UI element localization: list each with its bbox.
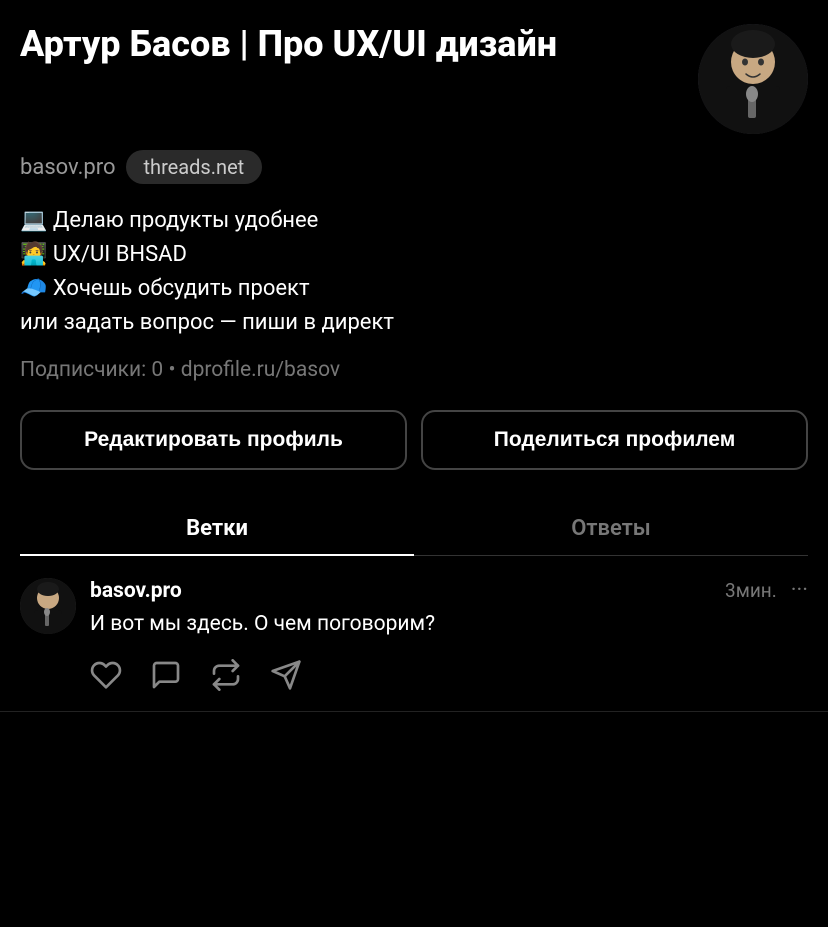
like-button[interactable]	[90, 659, 122, 691]
bio-line-4: или задать вопрос — пиши в директ	[20, 306, 808, 340]
posts-section: basov.pro 3мин. ··· И вот мы здесь. О че…	[0, 556, 828, 712]
bio-section: 💻 Делаю продукты удобнее 🧑‍💻 UX/UI BHSAD…	[20, 204, 808, 340]
followers-text: Подписчики: 0 • dprofile.ru/basov	[20, 358, 340, 382]
links-row: basov.pro threads.net	[20, 150, 808, 184]
post-text: И вот мы здесь. О чем поговорим?	[90, 609, 808, 641]
tab-branches[interactable]: Ветки	[20, 498, 414, 555]
profile-section: Артур Басов | Про UX/UI дизайн	[0, 0, 828, 556]
bio-line-2: 🧑‍💻 UX/UI BHSAD	[20, 238, 808, 272]
comment-button[interactable]	[150, 659, 182, 691]
share-button[interactable]	[270, 659, 302, 691]
post-header: basov.pro 3мин. ···	[90, 578, 808, 603]
post-time: 3мин.	[725, 579, 777, 602]
post-content: basov.pro 3мин. ··· И вот мы здесь. О че…	[90, 578, 808, 711]
post-actions	[90, 659, 808, 711]
comment-icon	[150, 659, 182, 691]
avatar	[698, 24, 808, 134]
profile-handle[interactable]: basov.pro	[20, 155, 116, 180]
bio-line-1: 💻 Делаю продукты удобнее	[20, 204, 808, 238]
edit-profile-button[interactable]: Редактировать профиль	[20, 410, 407, 470]
post-avatar	[20, 578, 76, 634]
buttons-row: Редактировать профиль Поделиться профиле…	[20, 410, 808, 470]
heart-icon	[90, 659, 122, 691]
post-card: basov.pro 3мин. ··· И вот мы здесь. О че…	[0, 556, 828, 712]
tabs-row: Ветки Ответы	[20, 498, 808, 556]
profile-header: Артур Басов | Про UX/UI дизайн	[20, 24, 808, 134]
repost-button[interactable]	[210, 659, 242, 691]
repost-icon	[210, 659, 242, 691]
external-link-badge[interactable]: threads.net	[126, 150, 263, 184]
bio-line-3: 🧢 Хочешь обсудить проект	[20, 272, 808, 306]
post-meta-right: 3мин. ···	[725, 578, 808, 603]
profile-name: Артур Басов | Про UX/UI дизайн	[20, 24, 557, 65]
send-icon	[270, 659, 302, 691]
followers-row[interactable]: Подписчики: 0 • dprofile.ru/basov	[20, 358, 808, 382]
post-more-button[interactable]: ···	[791, 578, 808, 603]
post-username[interactable]: basov.pro	[90, 579, 182, 603]
tab-replies[interactable]: Ответы	[414, 498, 808, 555]
share-profile-button[interactable]: Поделиться профилем	[421, 410, 808, 470]
